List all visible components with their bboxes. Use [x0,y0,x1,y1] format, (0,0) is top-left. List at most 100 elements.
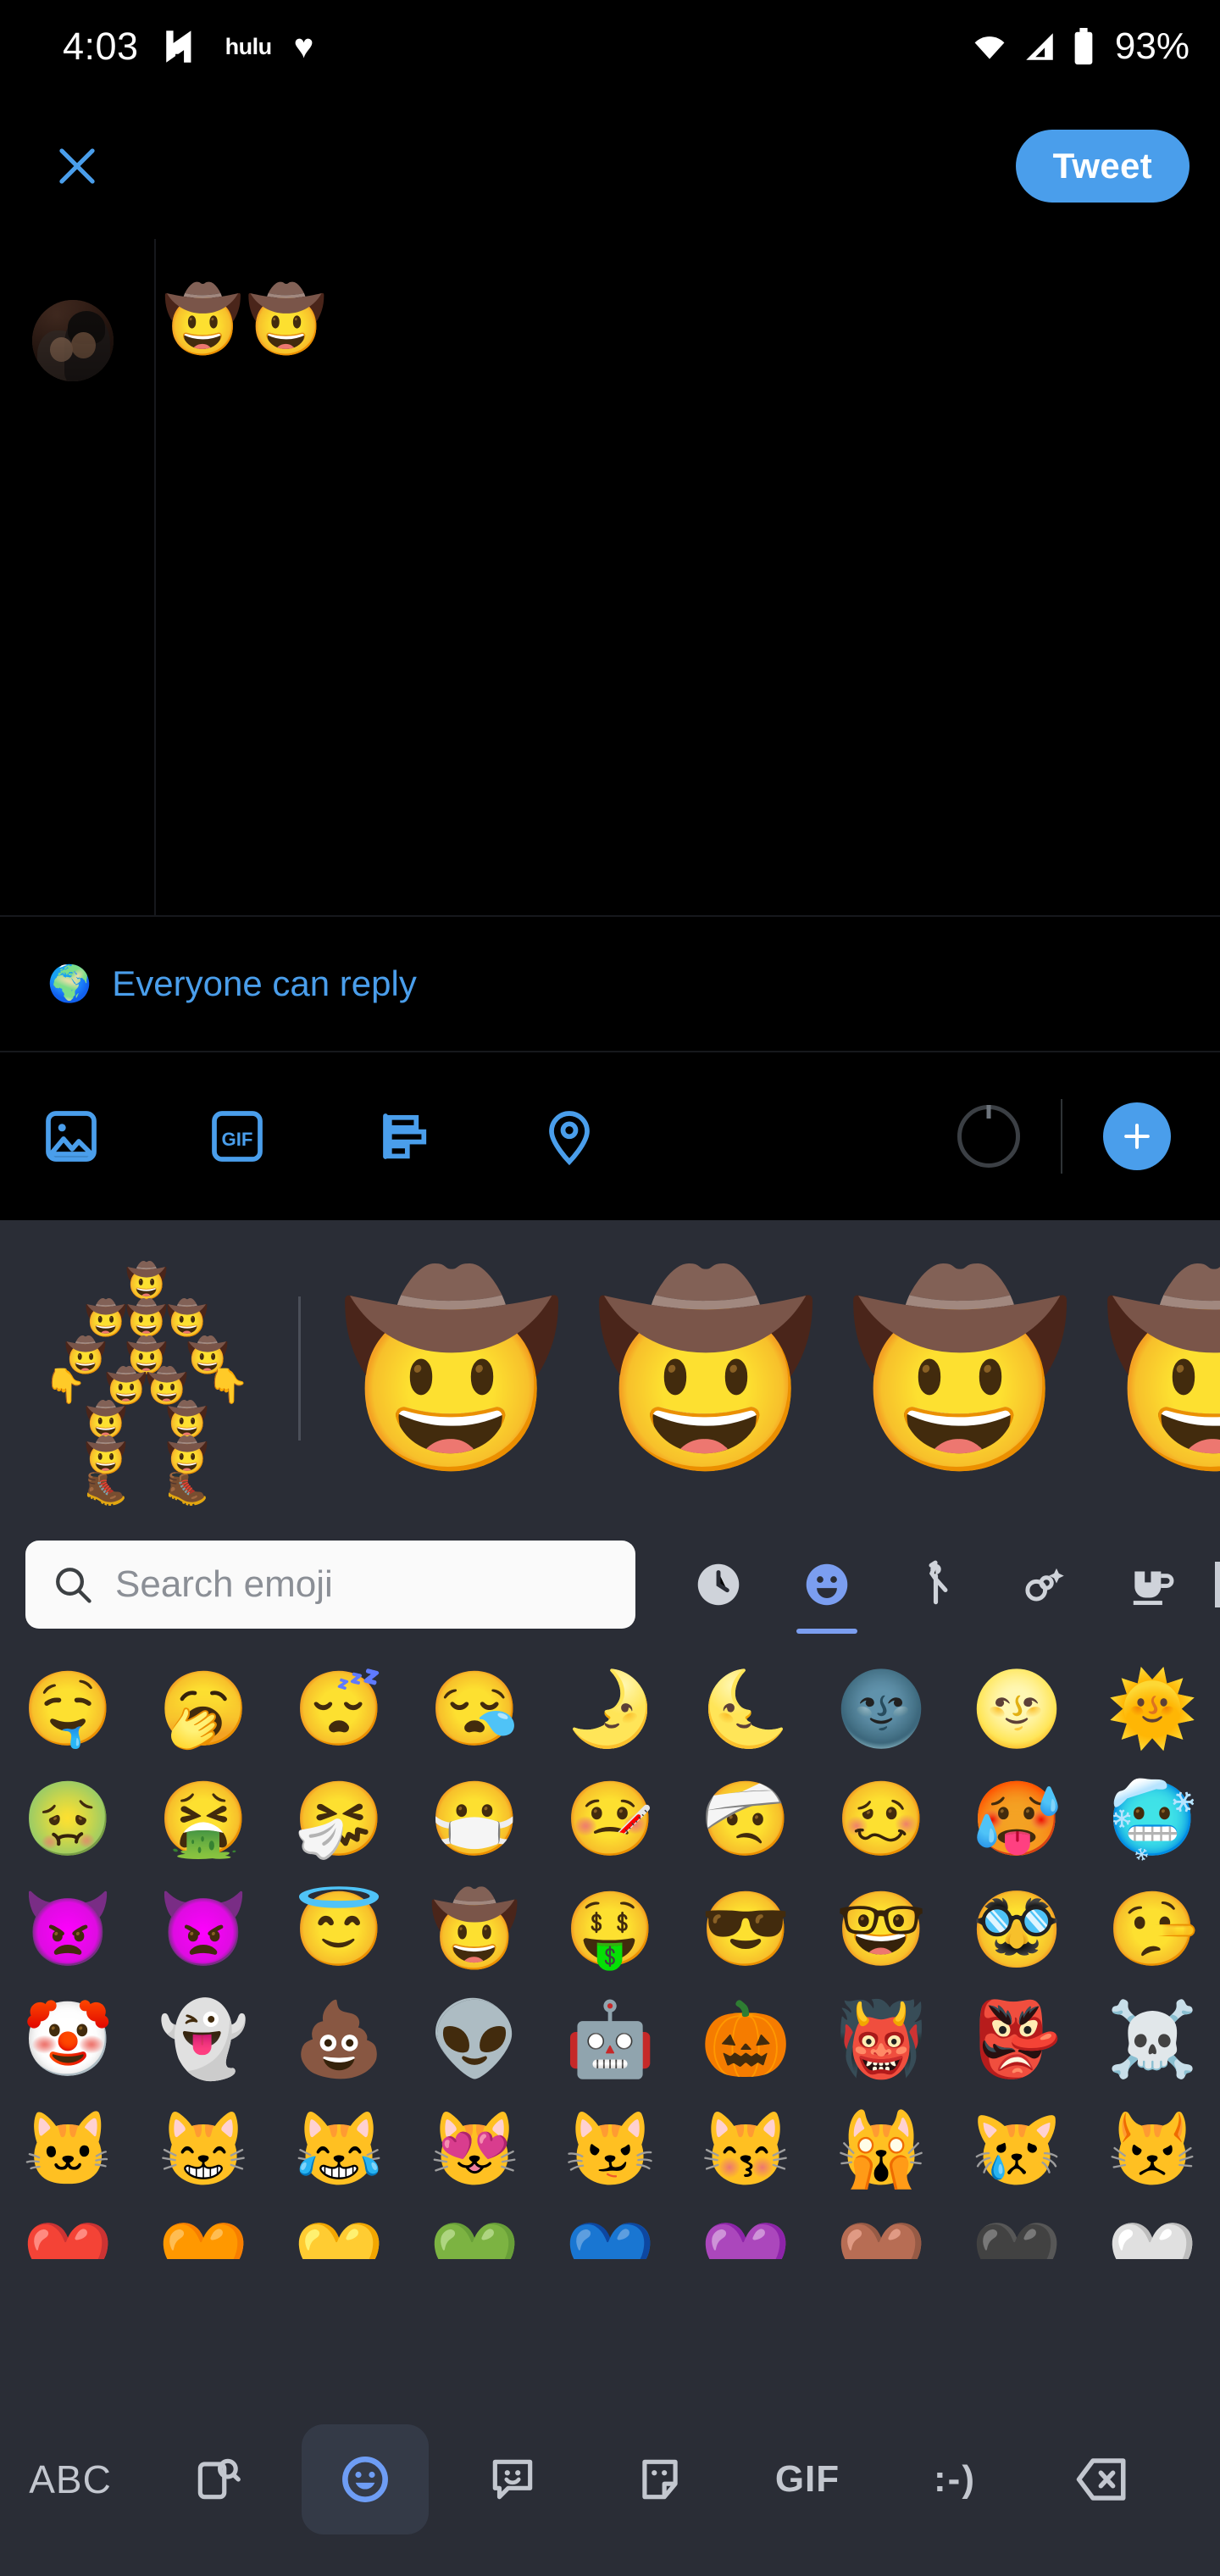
teacup-icon [1133,1571,1174,1606]
gif-button[interactable]: GIF [197,1096,278,1177]
emoji-cell[interactable]: 😎 [678,1874,813,1985]
emoji-cell[interactable]: 😷 [407,1764,542,1874]
emoji-cell[interactable]: 🧡 [136,2205,271,2259]
emoji-cell[interactable]: 🤒 [542,1764,678,1874]
sticker-bubble-icon[interactable] [449,2424,576,2534]
emoji-cell[interactable]: 🥵 [949,1764,1084,1874]
emoji-cell[interactable]: 🤑 [542,1874,678,1985]
emoji-cell[interactable]: 🥸 [949,1874,1084,1985]
emoji-cell[interactable]: 💛 [271,2205,407,2259]
sticker-icon-glyph [642,2459,678,2499]
backspace-key-glyph [1076,2457,1126,2501]
emoji-cell[interactable]: 🥶 [1084,1764,1220,1874]
emoji-cell[interactable]: 💚 [407,2205,542,2259]
emoji-suggestion-strip[interactable]: 🤠 🤠 🤠 🤠 🤠 🤠 🤠 👇 🤠 🤠 👇 🤠 🤠 🤠 🤠 🥾 🥾 🤠 🤠 🤠 🤠 [0,1220,1220,1517]
emoji-art-part: 🤠 [146,1368,188,1405]
tab-overflow-edge[interactable] [1215,1562,1220,1607]
emoji-cell[interactable]: 👹 [813,1985,949,2095]
reply-setting-row[interactable]: 🌍 Everyone can reply [0,915,1220,1051]
emoji-cell[interactable]: 🌛 [542,1654,678,1764]
media-button[interactable] [30,1096,112,1177]
tab-people[interactable] [881,1535,990,1634]
cowboy-emoji-art-sticker[interactable]: 🤠 🤠 🤠 🤠 🤠 🤠 🤠 👇 🤠 🤠 👇 🤠 🤠 🤠 🤠 🥾 🥾 [0,1229,288,1508]
search-icon [56,1568,92,1603]
emoji-cell[interactable]: 🤢 [0,1764,136,1874]
search-input[interactable]: Search emoji [25,1541,635,1629]
emoji-cell[interactable]: 😴 [271,1654,407,1764]
emoji-cell[interactable]: 🤤 [0,1654,136,1764]
kaomoji-key[interactable]: :-) [891,2424,1018,2534]
emoji-cell[interactable]: 🤖 [542,1985,678,2095]
poll-button[interactable] [363,1096,444,1177]
abc-key[interactable]: ABC [7,2424,134,2534]
suggestion-divider [298,1296,301,1441]
compose-header: Tweet [0,93,1220,239]
emoji-cell[interactable]: 🌜 [678,1654,813,1764]
emoji-cell[interactable]: 🌚 [813,1654,949,1764]
suggestion-cowboy-partial[interactable]: 🤠 [1087,1229,1220,1508]
emoji-cell[interactable]: 👽 [407,1985,542,2095]
emoji-cell[interactable]: 🐱 [0,2095,136,2205]
emoji-art-part: 🤠 [125,1263,168,1300]
emoji-cell[interactable]: 😻 [407,2095,542,2205]
emoji-cell[interactable]: 😪 [407,1654,542,1764]
emoji-cell[interactable]: 😹 [271,2095,407,2205]
suggestion-cowboy-heart-eyes[interactable]: 🤠 [833,1229,1087,1508]
emoji-cell[interactable]: 🤧 [271,1764,407,1874]
tab-food-drink[interactable] [1098,1535,1206,1634]
emoji-cell[interactable]: 💙 [542,2205,678,2259]
tab-nature[interactable] [990,1535,1098,1634]
emoji-cell[interactable]: 👿 [136,1874,271,1985]
emoji-cell[interactable]: 🤠 [407,1874,542,1985]
emoji-grid-row: 👿 👿 😇 🤠 🤑 😎 🤓 🥸 🤥 [0,1874,1220,1985]
gif-key[interactable]: GIF [744,2424,871,2534]
tab-recent[interactable] [664,1535,773,1634]
location-icon [549,1111,590,1166]
add-tweet-button[interactable] [1103,1102,1171,1170]
sticker-search-icon[interactable] [154,2424,281,2534]
emoji-cell[interactable]: 🤓 [813,1874,949,1985]
emoji-key[interactable] [302,2423,429,2534]
emoji-cell[interactable]: 💜 [678,2205,813,2259]
compose-body: 🤠🤠 [0,239,1220,915]
compose-text-input[interactable]: 🤠🤠 [163,288,330,915]
sticker-bubble-icon-glyph [492,2459,533,2499]
emoji-cell[interactable]: 🎃 [678,1985,813,2095]
emoji-cell[interactable]: 🖤 [949,2205,1084,2259]
emoji-cell[interactable]: 👻 [136,1985,271,2095]
emoji-cell[interactable]: 🤥 [1084,1874,1220,1985]
tweet-button[interactable]: Tweet [1015,130,1190,203]
emoji-cell[interactable]: 😿 [949,2095,1084,2205]
screen-root: 4:03 hulu ♥ 93% Tweet 🤠🤠 🌍 Everyone can … [0,0,1220,2576]
tab-smileys[interactable] [773,1535,881,1634]
emoji-cell[interactable]: 😽 [678,2095,813,2205]
emoji-cell[interactable]: 😾 [1084,2095,1220,2205]
avatar[interactable] [32,300,114,381]
emoji-cell[interactable]: 🤮 [136,1764,271,1874]
emoji-cell[interactable]: 🌝 [949,1654,1084,1764]
emoji-cell[interactable]: 🌞 [1084,1654,1220,1764]
emoji-cell[interactable]: 🙀 [813,2095,949,2205]
close-compose-button[interactable] [51,140,103,192]
emoji-cell[interactable]: ☠️ [1084,1985,1220,2095]
location-button[interactable] [529,1096,610,1177]
emoji-cell[interactable]: 😸 [136,2095,271,2205]
backspace-key[interactable] [1039,2424,1166,2534]
emoji-cell[interactable]: 😇 [271,1874,407,1985]
emoji-cell[interactable]: 😼 [542,2095,678,2205]
suggestion-cowboy-pensive[interactable]: 🤠 [324,1229,579,1508]
sticker-icon[interactable] [596,2424,724,2534]
emoji-cell[interactable]: 👺 [949,1985,1084,2095]
emoji-cell[interactable]: 🤕 [678,1764,813,1874]
emoji-cell[interactable]: 🤍 [1084,2205,1220,2259]
emoji-cell[interactable]: 👿 [0,1874,136,1985]
emoji-cell[interactable]: 🥴 [813,1764,949,1874]
emoji-cell[interactable]: 🥱 [136,1654,271,1764]
emoji-cell[interactable]: ❤️ [0,2205,136,2259]
emoji-cell[interactable]: 🤡 [0,1985,136,2095]
suggestion-cowboy-pleading[interactable]: 🤠 [579,1229,833,1508]
status-bar-left: 4:03 hulu ♥ [63,25,313,69]
emoji-cell[interactable]: 💩 [271,1985,407,2095]
emoji-grid[interactable]: 🤤 🥱 😴 😪 🌛 🌜 🌚 🌝 🌞 🤢 🤮 🤧 😷 🤒 🤕 🥴 🥵 🥶 👿 👿 😇 🤠 🤑 😎 🤓 🥸 🤥 🤡 👻 💩 👽 🤖 🎃 👹 👺 ☠️ 🐱 😸 😹… [0,1652,1220,2413]
emoji-cell[interactable]: 🤎 [813,2205,949,2259]
